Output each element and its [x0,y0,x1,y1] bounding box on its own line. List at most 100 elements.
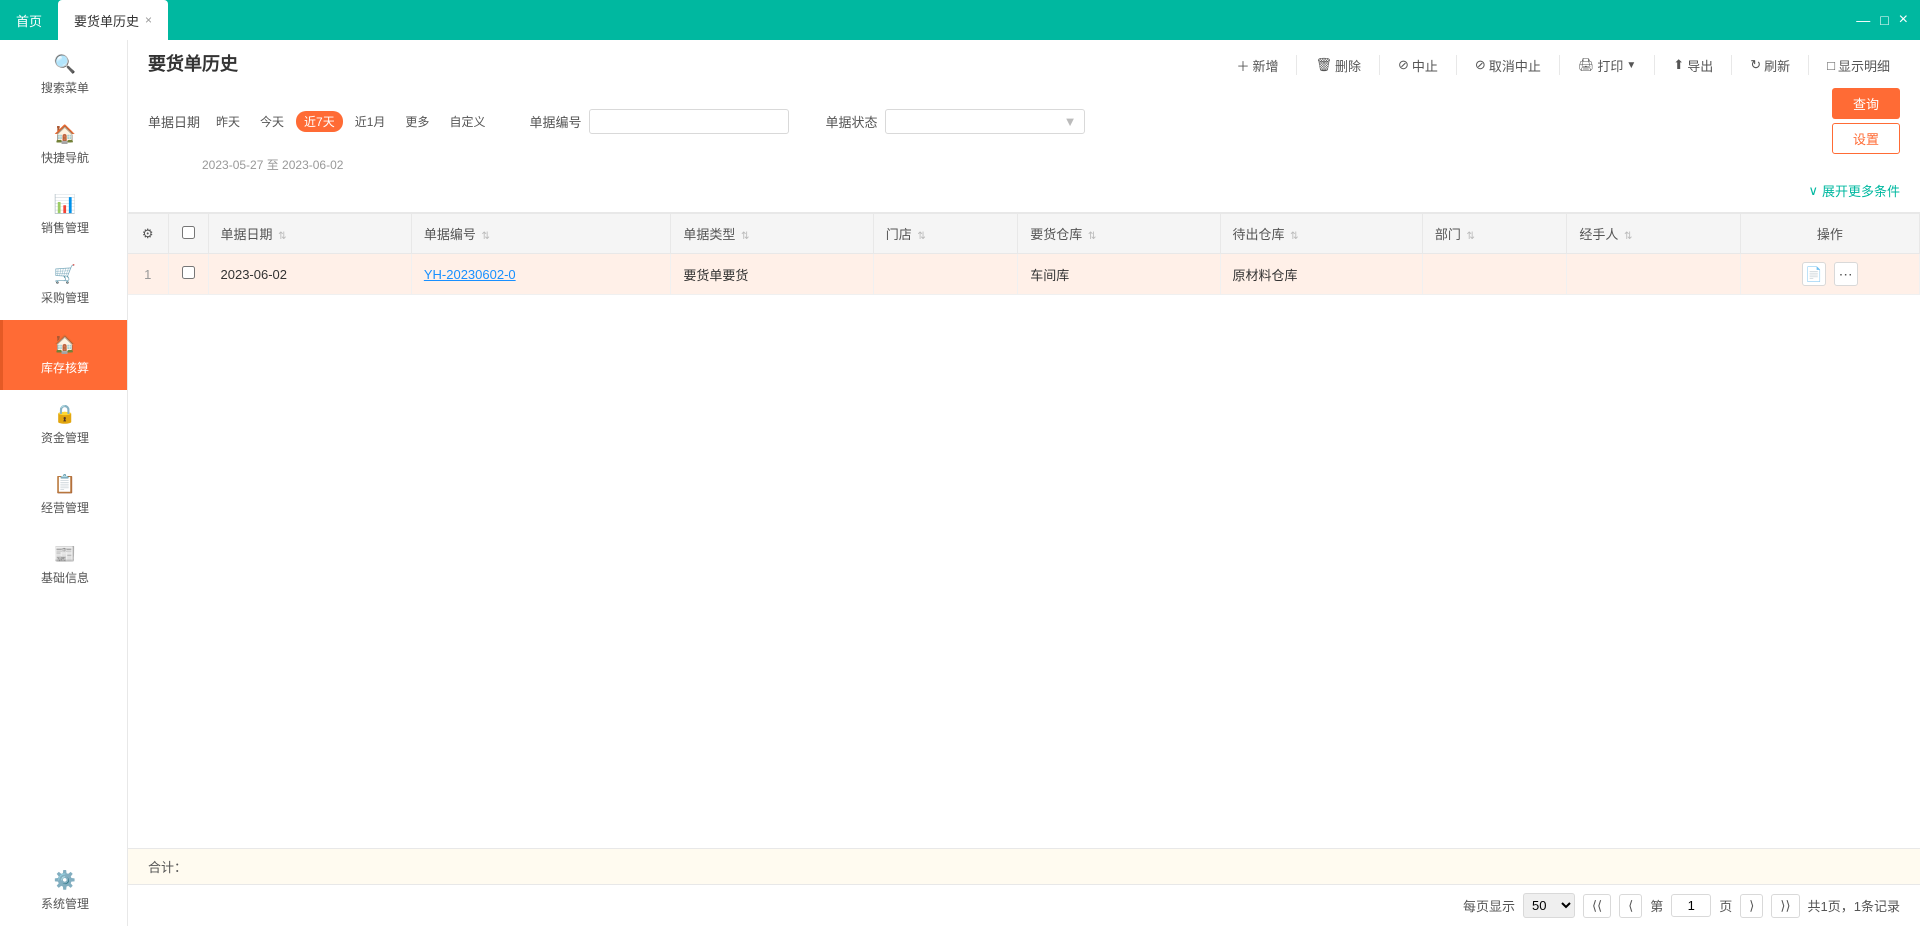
prev-page-btn[interactable]: ⟨ [1619,894,1642,918]
stop-button[interactable]: ⊘ 中止 [1388,51,1448,80]
settings-button[interactable]: 设置 [1832,123,1900,154]
cell-checkbox[interactable] [168,254,208,295]
col-pending-warehouse-sort-icon: ⇅ [1290,231,1298,242]
cell-order-type: 要货单要货 [671,254,873,295]
col-request-warehouse[interactable]: 要货仓库 ⇅ [1018,214,1220,254]
filter-area: 单据日期 昨天 今天 近7天 近1月 更多 自定义 单据编号 [128,88,1920,213]
col-handler[interactable]: 经手人 ⇅ [1567,214,1740,254]
delete-label: 删除 [1335,56,1361,75]
col-order-no[interactable]: 单据编号 ⇅ [411,214,671,254]
col-order-type-sort-icon: ⇅ [741,231,749,242]
summary-label: 合计： [148,857,187,876]
sidebar-item-inventory-calc-label: 库存核算 [41,359,89,376]
col-order-type-label: 单据类型 [683,227,735,242]
shortcut-7days[interactable]: 近7天 [296,111,343,132]
col-store[interactable]: 门店 ⇅ [873,214,1018,254]
status-select[interactable]: ▼ [885,109,1085,134]
shortcut-more[interactable]: 更多 [397,111,437,132]
sidebar-item-system-mgmt[interactable]: ⚙️ 系统管理 [0,856,127,926]
next-page-btn[interactable]: ⟩ [1740,894,1763,918]
display-detail-icon: □ [1827,58,1835,73]
col-department[interactable]: 部门 ⇅ [1422,214,1567,254]
col-settings[interactable]: ⚙ [128,214,168,254]
tab-home[interactable]: 首页 [0,0,58,40]
tab-order-history-close[interactable]: × [145,13,152,27]
export-button[interactable]: ⬆ 导出 [1663,51,1723,80]
display-detail-label: 显示明细 [1838,56,1890,75]
date-range-display: 2023-05-27 至 2023-06-02 [148,156,1900,173]
col-date-sort-icon: ⇅ [278,231,286,242]
col-order-type[interactable]: 单据类型 ⇅ [671,214,873,254]
sidebar-item-operations-mgmt[interactable]: 📋 经营管理 [0,460,127,530]
shortcut-custom[interactable]: 自定义 [441,111,493,132]
shortcut-1month[interactable]: 近1月 [347,111,394,132]
print-button[interactable]: 🖨 打印 ▼ [1568,51,1646,80]
sidebar-item-inventory-calc[interactable]: 🏠 库存核算 [0,320,127,390]
delete-button[interactable]: 🗑 删除 [1305,51,1371,80]
col-handler-sort-icon: ⇅ [1624,231,1632,242]
filter-expand-row: ∨ 展开更多条件 [148,181,1900,200]
col-pending-warehouse-label: 待出仓库 [1233,227,1285,242]
cell-order-no[interactable]: YH-20230602-0 [411,254,671,295]
expand-filter-btn[interactable]: ∨ 展开更多条件 [1808,181,1900,200]
new-button[interactable]: ＋ 新增 [1226,51,1288,80]
delete-icon: 🗑 [1315,57,1332,73]
sidebar-item-system-mgmt-label: 系统管理 [41,895,89,912]
sidebar-item-basic-info[interactable]: 📰 基础信息 [0,530,127,600]
date-range-text: 2023-05-27 至 2023-06-02 [202,158,343,172]
sidebar-item-search-menu[interactable]: 🔍 搜索菜单 [0,40,127,110]
refresh-button[interactable]: ↻ 刷新 [1740,51,1800,80]
search-menu-icon: 🔍 [54,54,76,75]
col-handler-label: 经手人 [1579,227,1618,242]
status-filter-group: 单据状态 ▼ [825,109,1085,134]
page-input[interactable] [1671,894,1711,917]
content-area: 要货单历史 ＋ 新增 🗑 删除 ⊘ 中止 [128,40,1920,926]
display-detail-button[interactable]: □ 显示明细 [1817,51,1900,80]
shortcut-yesterday[interactable]: 昨天 [208,111,248,132]
sidebar-item-quick-nav[interactable]: 🏠 快捷导航 [0,110,127,180]
date-filter-label: 单据日期 [148,112,200,131]
col-department-label: 部门 [1435,227,1461,242]
table-body: 1 2023-06-02 YH-20230602-0 要货单要货 车间库 原材料… [128,254,1920,295]
sep6 [1731,55,1732,75]
page-size-label: 每页显示 [1463,896,1515,915]
close-btn[interactable]: × [1899,11,1908,29]
cell-operation: 📄 ⋯ [1740,254,1919,295]
order-no-input[interactable] [589,109,789,134]
export-label: 导出 [1687,56,1713,75]
new-icon: ＋ [1236,56,1249,75]
cancel-stop-button[interactable]: ⊘ 取消中止 [1465,51,1551,80]
sidebar-item-purchase-mgmt-label: 采购管理 [41,289,89,306]
row-checkbox[interactable] [182,266,195,279]
cell-request-warehouse: 车间库 [1018,254,1220,295]
quick-nav-icon: 🏠 [54,124,76,145]
order-no-link[interactable]: YH-20230602-0 [424,267,516,282]
col-pending-warehouse[interactable]: 待出仓库 ⇅ [1220,214,1422,254]
sidebar-item-search-menu-label: 搜索菜单 [41,79,89,96]
view-btn[interactable]: 📄 [1802,262,1826,286]
status-dropdown-icon: ▼ [1064,114,1077,129]
first-page-btn[interactable]: ⟨⟨ [1583,894,1611,918]
refresh-label: 刷新 [1764,56,1790,75]
maximize-btn[interactable]: □ [1880,12,1888,28]
shortcut-today[interactable]: 今天 [252,111,292,132]
tab-order-history[interactable]: 要货单历史 × [58,0,168,40]
basic-info-icon: 📰 [54,544,76,565]
minimize-btn[interactable]: — [1856,12,1870,28]
query-button[interactable]: 查询 [1832,88,1900,119]
cell-no: 1 [128,254,168,295]
sales-mgmt-icon: 📊 [54,194,76,215]
select-all-checkbox[interactable] [182,226,195,239]
last-page-btn[interactable]: ⟩⟩ [1771,894,1799,918]
page-size-select[interactable]: 50 10 20 100 [1523,893,1575,918]
more-btn[interactable]: ⋯ [1834,262,1858,286]
tab-order-history-label: 要货单历史 [74,11,139,30]
sep5 [1654,55,1655,75]
system-mgmt-icon: ⚙️ [54,870,76,891]
col-date[interactable]: 单据日期 ⇅ [208,214,411,254]
sidebar-item-finance-mgmt[interactable]: 🔒 资金管理 [0,390,127,460]
sidebar-item-purchase-mgmt[interactable]: 🛒 采购管理 [0,250,127,320]
table-area: ⚙ 单据日期 ⇅ 单据编号 ⇅ 单据类型 [128,214,1920,848]
cell-store [873,254,1018,295]
sidebar-item-sales-mgmt[interactable]: 📊 销售管理 [0,180,127,250]
